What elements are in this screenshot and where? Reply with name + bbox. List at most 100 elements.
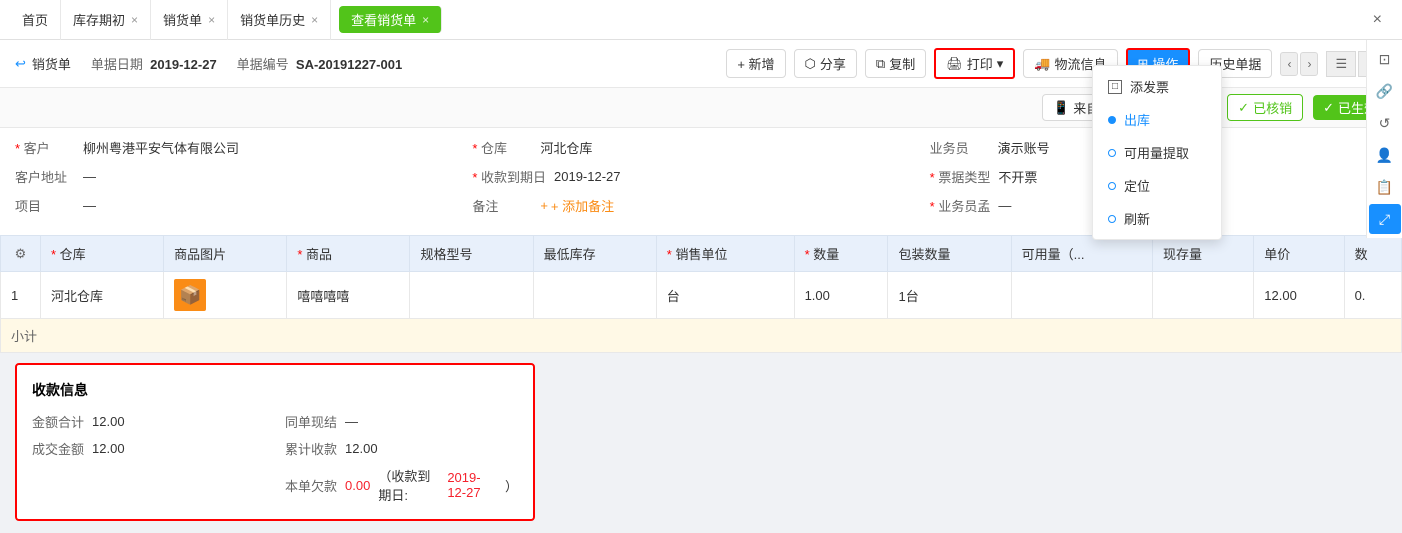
product-image: 📦	[174, 279, 206, 311]
due-item: 本单欠款 0.00 （收款到期日: 2019-12-27 ）	[285, 466, 518, 504]
available-icon	[1108, 149, 1116, 157]
refresh-icon	[1108, 215, 1116, 223]
tab-history-label: 销货单历史	[240, 10, 305, 29]
note-field: 备注 + + 添加备注	[472, 196, 929, 215]
row-product: 嘻嘻嘻嘻	[287, 272, 410, 319]
sidebar-icon-5[interactable]: 📋	[1369, 172, 1401, 202]
doc-title: ↩ 销货单	[15, 54, 71, 73]
nav-prev[interactable]: ‹	[1280, 52, 1298, 76]
customer-value: 柳州粤港平安气体有限公司	[83, 138, 239, 157]
window-close-button[interactable]: ×	[1363, 11, 1392, 29]
sidebar-icon-3[interactable]: ↺	[1369, 108, 1401, 138]
product-col: 商品	[287, 236, 410, 272]
warehouse-col: 仓库	[41, 236, 164, 272]
row-index: 1	[1, 272, 41, 319]
pack-qty-col: 包装数量	[888, 236, 1011, 272]
warehouse-label: 仓库	[472, 138, 532, 157]
dropdown-warehouse-out[interactable]: 出库	[1093, 103, 1221, 136]
price-col: 单价	[1254, 236, 1344, 272]
project-label: 项目	[15, 196, 75, 215]
due-note: （收款到期日:	[378, 466, 439, 504]
doc-number-label: 单据编号 SA-20191227-001	[237, 54, 403, 73]
add-invoice-label: 添发票	[1130, 77, 1169, 96]
print-chevron: ▾	[997, 56, 1004, 72]
settle-label: 同单现结	[285, 412, 337, 431]
dropdown-locate[interactable]: 定位	[1093, 169, 1221, 202]
row-image: 📦	[164, 272, 287, 319]
nav-arrows: ‹ ›	[1280, 52, 1318, 76]
locate-icon	[1108, 182, 1116, 190]
total-value: 12.00	[92, 414, 125, 429]
sidebar-icon-2[interactable]: 🔗	[1369, 76, 1401, 106]
tab-home-label: 首页	[22, 10, 48, 29]
row-available	[1011, 272, 1152, 319]
close-view-sales[interactable]: ×	[422, 13, 429, 27]
dropdown-add-invoice[interactable]: □ 添发票	[1093, 70, 1221, 103]
note-label: 备注	[472, 196, 532, 215]
sidebar-icon-4[interactable]: 👤	[1369, 140, 1401, 170]
address-label: 客户地址	[15, 167, 75, 186]
staff-value: 演示账号	[998, 138, 1050, 157]
cumulative-label: 累计收款	[285, 439, 337, 458]
due-date: 2019-12-27	[447, 470, 497, 500]
new-button[interactable]: + 新增	[726, 49, 785, 78]
refresh-label: 刷新	[1124, 209, 1150, 228]
ticket-value: 不开票	[998, 167, 1037, 186]
doc-number-value: SA-20191227-001	[296, 57, 402, 72]
warehouse-field: 仓库 河北仓库	[472, 138, 929, 157]
plus-icon: +	[540, 198, 548, 213]
view-list[interactable]: ☰	[1326, 51, 1356, 77]
settle-value: —	[345, 414, 358, 429]
close-inventory-init[interactable]: ×	[131, 13, 138, 27]
print-button[interactable]: 🖨 打印 ▾	[934, 48, 1015, 79]
sidebar-icon-expand[interactable]: ⤢	[1369, 204, 1401, 234]
share-button[interactable]: ⬡ 分享	[794, 49, 857, 78]
copy-button[interactable]: ⧉ 复制	[865, 49, 926, 78]
payment-date-value: 2019-12-27	[554, 169, 621, 184]
doc-title-label: 销货单	[32, 54, 71, 73]
doc-date-label: 单据日期 2019-12-27	[91, 54, 217, 73]
row-warehouse: 河北仓库	[41, 272, 164, 319]
add-note-button[interactable]: + + 添加备注	[540, 196, 614, 215]
sales-staff-value: —	[998, 198, 1011, 213]
row-qty: 1.00	[794, 272, 888, 319]
nav-next[interactable]: ›	[1300, 52, 1318, 76]
sidebar-icon-1[interactable]: ⊡	[1369, 44, 1401, 74]
close-sales-history[interactable]: ×	[311, 13, 318, 27]
row-price: 12.00	[1254, 272, 1344, 319]
cumulative-value: 12.00	[345, 441, 378, 456]
min-stock-col: 最低库存	[533, 236, 656, 272]
warehouse-out-label: 出库	[1124, 110, 1150, 129]
print-icon: 🖨	[946, 56, 963, 72]
tab-sales-history[interactable]: 销货单历史 ×	[228, 0, 331, 40]
product-table: ⚙ 仓库 商品图片 商品 规格型号 最低库存 销售单位 数量 包装数量 可用量（…	[0, 235, 1402, 353]
product-table-wrap: ⚙ 仓库 商品图片 商品 规格型号 最低库存 销售单位 数量 包装数量 可用量（…	[0, 235, 1402, 353]
available-col: 可用量（...	[1011, 236, 1152, 272]
ticket-label: 票据类型	[930, 167, 991, 186]
doc-meta: 单据日期 2019-12-27 单据编号 SA-20191227-001	[91, 54, 402, 73]
transaction-label: 成交金额	[32, 439, 84, 458]
due-value: 0.00	[345, 478, 370, 493]
tab-inventory-init[interactable]: 库存期初 ×	[61, 0, 151, 40]
right-sidebar: ⊡ 🔗 ↺ 👤 📋 ⤢	[1366, 40, 1402, 238]
locate-label: 定位	[1124, 176, 1150, 195]
dropdown-available[interactable]: 可用量提取	[1093, 136, 1221, 169]
tab-bar: 首页 库存期初 × 销货单 × 销货单历史 × 查看销货单 × ×	[0, 0, 1402, 40]
share-icon: ⬡	[805, 56, 816, 72]
doc-date-value: 2019-12-27	[150, 57, 217, 72]
close-sales-order[interactable]: ×	[208, 13, 215, 27]
qty-col: 数量	[794, 236, 888, 272]
warehouse-out-icon	[1108, 116, 1116, 124]
add-invoice-icon: □	[1108, 80, 1122, 94]
tab-view-sales[interactable]: 查看销货单 ×	[339, 6, 442, 33]
due-label: 本单欠款	[285, 476, 337, 495]
tab-sales-order[interactable]: 销货单 ×	[151, 0, 228, 40]
settings-col[interactable]: ⚙	[1, 236, 41, 272]
spec-col: 规格型号	[410, 236, 533, 272]
dropdown-refresh[interactable]: 刷新	[1093, 202, 1221, 235]
transaction-value: 12.00	[92, 441, 125, 456]
confirm-button[interactable]: ✓ 已核销	[1227, 94, 1303, 121]
row-min-stock	[533, 272, 656, 319]
tab-home[interactable]: 首页	[10, 0, 61, 40]
total-amount-item: 金额合计 12.00	[32, 412, 265, 431]
